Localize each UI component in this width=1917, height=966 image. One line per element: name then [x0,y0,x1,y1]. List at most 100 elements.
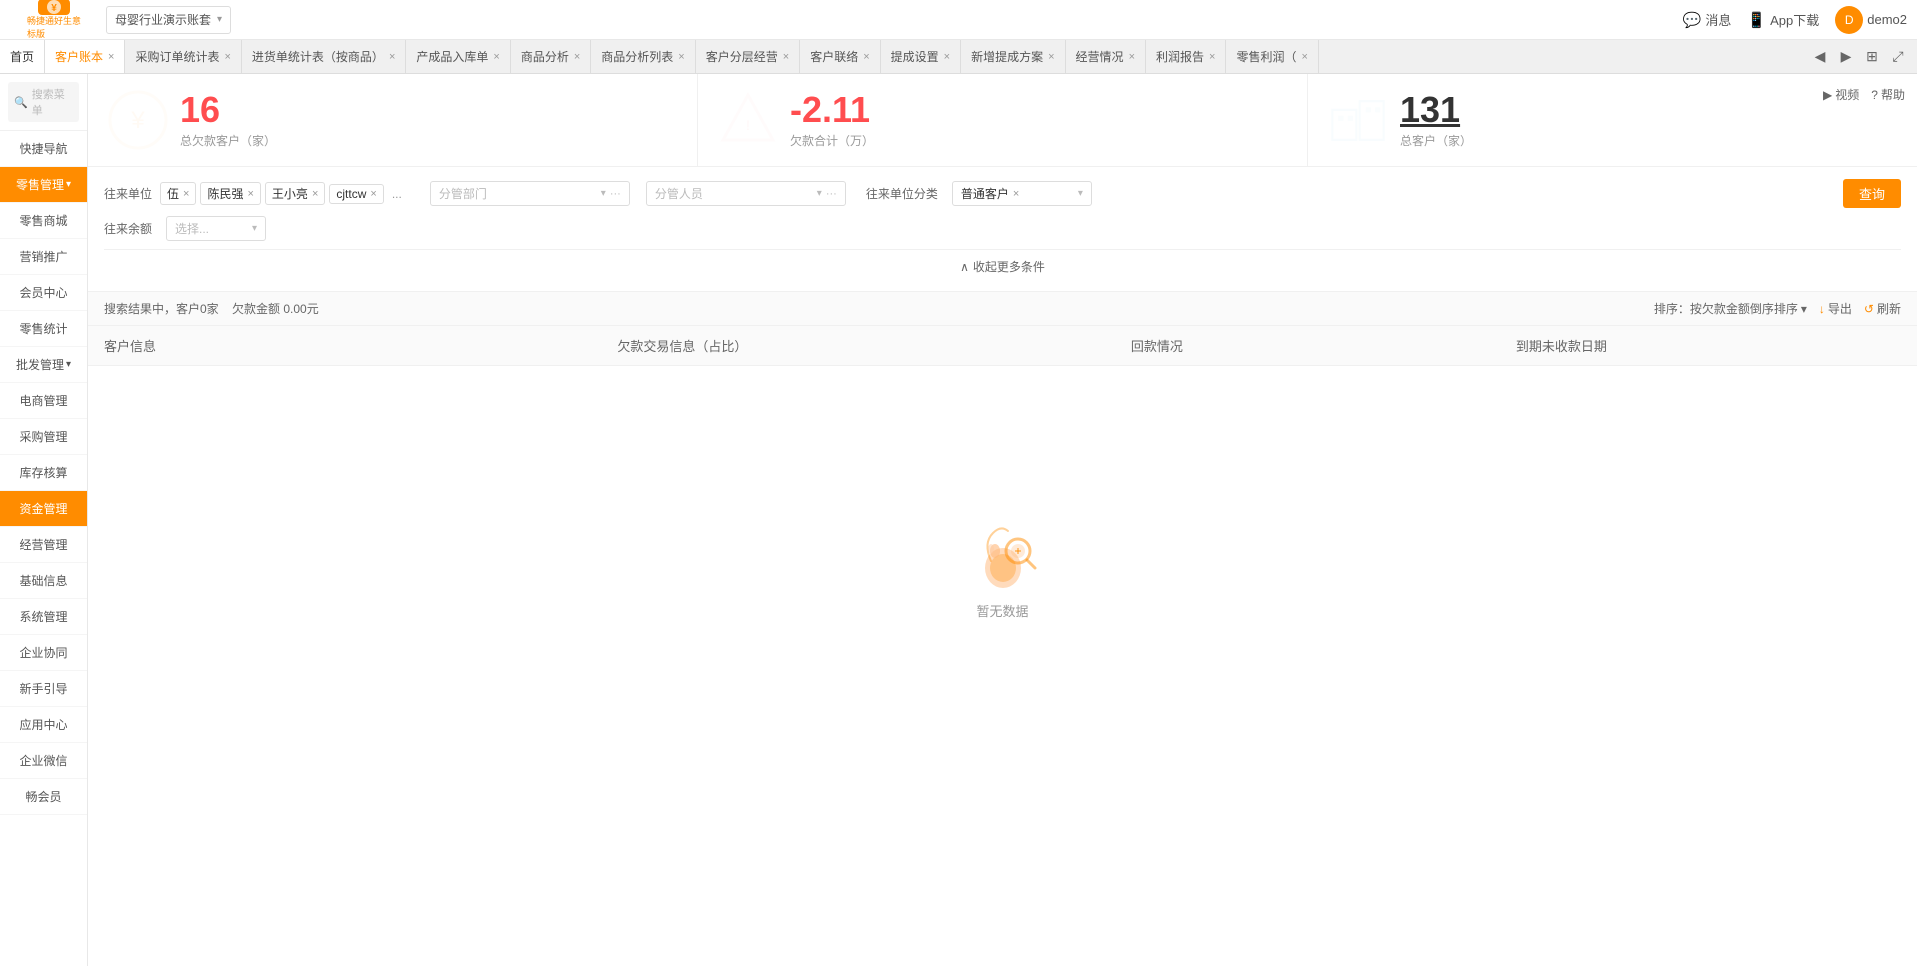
tab-close-customer-tier[interactable]: × [783,51,789,63]
filter-more-button[interactable]: ... [388,185,406,203]
message-icon: 💬 [1683,11,1702,29]
logo: ¥ 畅捷通好生意 标版 [10,0,98,40]
tab-close-product-inbound[interactable]: × [493,51,499,63]
svg-text:¥: ¥ [130,107,145,134]
sort-select[interactable]: 排序：按欠款金额倒序排序 ▾ [1654,300,1807,317]
stat-value-total-customers: 131 [1400,92,1472,128]
col-customer-info: 客户信息 [104,336,617,355]
balance-arrow-icon: ▾ [252,223,257,234]
tab-profit-report[interactable]: 利润报告 × [1146,40,1226,74]
video-button[interactable]: ▶ 视频 [1823,86,1859,103]
tab-close-operations[interactable]: × [1129,51,1135,63]
tag-close-wang[interactable]: × [312,188,318,200]
tab-operations[interactable]: 经营情况 × [1066,40,1146,74]
dept-filter-select[interactable]: 分管部门 ▾ ··· [430,181,630,206]
tab-close-customer-contact[interactable]: × [863,51,869,63]
tab-home[interactable]: 首页 [0,40,45,74]
sidebar-item-inventory[interactable]: 库存核算 [0,455,87,491]
content-inner: ¥ 16 总欠款客户（家） ! [88,74,1917,966]
sidebar-item-member-center[interactable]: 会员中心 [0,275,87,311]
tab-close-retail-profit[interactable]: × [1301,51,1307,63]
result-info-bar: 搜索结果中，客户0家 欠款金额 0.00元 排序：按欠款金额倒序排序 ▾ ↓ 导… [88,292,1917,326]
tab-customer-tier[interactable]: 客户分层经营 × [696,40,800,74]
search-menu-input[interactable]: 🔍 搜索菜单 [8,82,79,122]
stat-content-1: 16 总欠款客户（家） [180,92,276,149]
tab-fullscreen-button[interactable]: ⤢ [1887,46,1909,68]
tab-accounts[interactable]: 客户账本 × [45,40,125,74]
tab-close-profit-report[interactable]: × [1209,51,1215,63]
sidebar-item-retail-mgmt[interactable]: 零售管理 ▾ [0,167,87,203]
sidebar-item-operations-mgmt[interactable]: 经营管理 [0,527,87,563]
sidebar-item-system-mgmt[interactable]: 系统管理 [0,599,87,635]
stat-label-total-customers: 总客户（家） [1400,132,1472,149]
col-due-date: 到期未收款日期 [1516,336,1901,355]
person-filter-select[interactable]: 分管人员 ▾ ··· [646,181,846,206]
tab-goods-analysis[interactable]: 商品分析 × [511,40,591,74]
message-button[interactable]: 💬 消息 [1683,10,1732,29]
tab-inbound-stats[interactable]: 进货单统计表（按商品） × [242,40,406,74]
tab-close-inbound-stats[interactable]: × [389,51,395,63]
balance-filter-select[interactable]: 选择... ▾ [166,216,266,241]
sidebar-item-enterprise-wechat[interactable]: 企业微信 [0,743,87,779]
tab-close-add-achievement[interactable]: × [1048,51,1054,63]
search-icon: 🔍 [14,96,28,109]
query-button[interactable]: 查询 [1843,179,1901,208]
user-menu[interactable]: D demo2 [1835,6,1907,34]
tab-add-achievement[interactable]: 新增提成方案 × [961,40,1065,74]
tag-close-chen[interactable]: × [247,188,253,200]
tab-menu-button[interactable]: ⊞ [1861,46,1883,68]
account-selector[interactable]: 母婴行业演示账套 ▾ [106,6,231,34]
result-summary: 搜索结果中，客户0家 欠款金额 0.00元 [104,300,319,317]
tab-purchase-order[interactable]: 采购订单统计表 × [125,40,241,74]
tab-goods-analysis-list[interactable]: 商品分析列表 × [591,40,695,74]
tab-close-goods-analysis-list[interactable]: × [678,51,684,63]
collapse-filters-button[interactable]: ∧ 收起更多条件 [104,254,1901,279]
filter-tag-wu: 伍 × [160,182,196,205]
tab-close-goods-analysis[interactable]: × [574,51,580,63]
app-download-button[interactable]: 📱 App下载 [1747,10,1819,29]
tag-close-wu[interactable]: × [183,188,189,200]
tag-close-cjttcw[interactable]: × [370,188,376,200]
filter-row-1: 往来单位 伍 × 陈民强 × 王小亮 × [104,179,1901,208]
sidebar-item-quick-nav[interactable]: 快捷导航 [0,131,87,167]
tab-retail-profit[interactable]: 零售利润（ × [1226,40,1318,74]
stat-content-3: 131 总客户（家） [1400,92,1472,149]
tab-promotion-settings[interactable]: 提成设置 × [881,40,961,74]
sidebar-item-purchase-mgmt[interactable]: 采购管理 [0,419,87,455]
sidebar-item-basic-info[interactable]: 基础信息 [0,563,87,599]
logo-text: 畅捷通好生意 标版 [27,16,81,40]
sidebar-item-app-center[interactable]: 应用中心 [0,707,87,743]
sidebar-item-retail-shop[interactable]: 零售商城 [0,203,87,239]
tab-customer-contact[interactable]: 客户联络 × [800,40,880,74]
sidebar-item-enterprise-collab[interactable]: 企业协同 [0,635,87,671]
top-bar: ¥ 畅捷通好生意 标版 母婴行业演示账套 ▾ 💬 消息 📱 App下载 D de… [0,0,1917,40]
sidebar-item-ecommerce[interactable]: 电商管理 [0,383,87,419]
tag-close-category[interactable]: × [1013,188,1019,200]
stat-label-overdue-customers: 总欠款客户（家） [180,132,276,149]
dept-arrow-icon: ▾ [601,188,606,199]
tab-scroll-left-button[interactable]: ◀ [1809,46,1831,68]
table-header: 客户信息 欠款交易信息（占比） 回款情况 到期未收款日期 [88,326,1917,366]
stat-icon-1: ¥ [108,90,168,150]
help-button[interactable]: ? 帮助 [1871,86,1905,103]
stat-icon-3 [1328,90,1388,150]
category-filter-select[interactable]: 普通客户 × ▾ [952,181,1092,206]
sidebar-item-vip-member[interactable]: 畅会员 [0,779,87,815]
table: 客户信息 欠款交易信息（占比） 回款情况 到期未收款日期 [88,326,1917,766]
main-layout: 🔍 搜索菜单 快捷导航 零售管理 ▾ 零售商城 营销推广 会员中心 零售统计 批… [0,74,1917,966]
sidebar-item-marketing[interactable]: 营销推广 [0,239,87,275]
export-button[interactable]: ↓ 导出 [1819,300,1852,317]
sidebar-item-finance[interactable]: 资金管理 [0,491,87,527]
refresh-button[interactable]: ↺ 刷新 [1864,300,1901,317]
sidebar-item-new-guide[interactable]: 新手引导 [0,671,87,707]
tab-scroll-right-button[interactable]: ▶ [1835,46,1857,68]
tab-product-inbound[interactable]: 产成品入库单 × [406,40,510,74]
unit-filter-tags: 伍 × 陈民强 × 王小亮 × cjttcw × [160,182,406,205]
sidebar-item-retail-stats[interactable]: 零售统计 [0,311,87,347]
sidebar-item-batch-mgmt[interactable]: 批发管理 ▾ [0,347,87,383]
tab-close-promotion-settings[interactable]: × [944,51,950,63]
tab-close-purchase-order[interactable]: × [224,51,230,63]
tab-close-accounts[interactable]: × [108,51,114,63]
stat-overdue-customers: ¥ 16 总欠款客户（家） [88,74,698,166]
content-area: ¥ 16 总欠款客户（家） ! [88,74,1917,966]
